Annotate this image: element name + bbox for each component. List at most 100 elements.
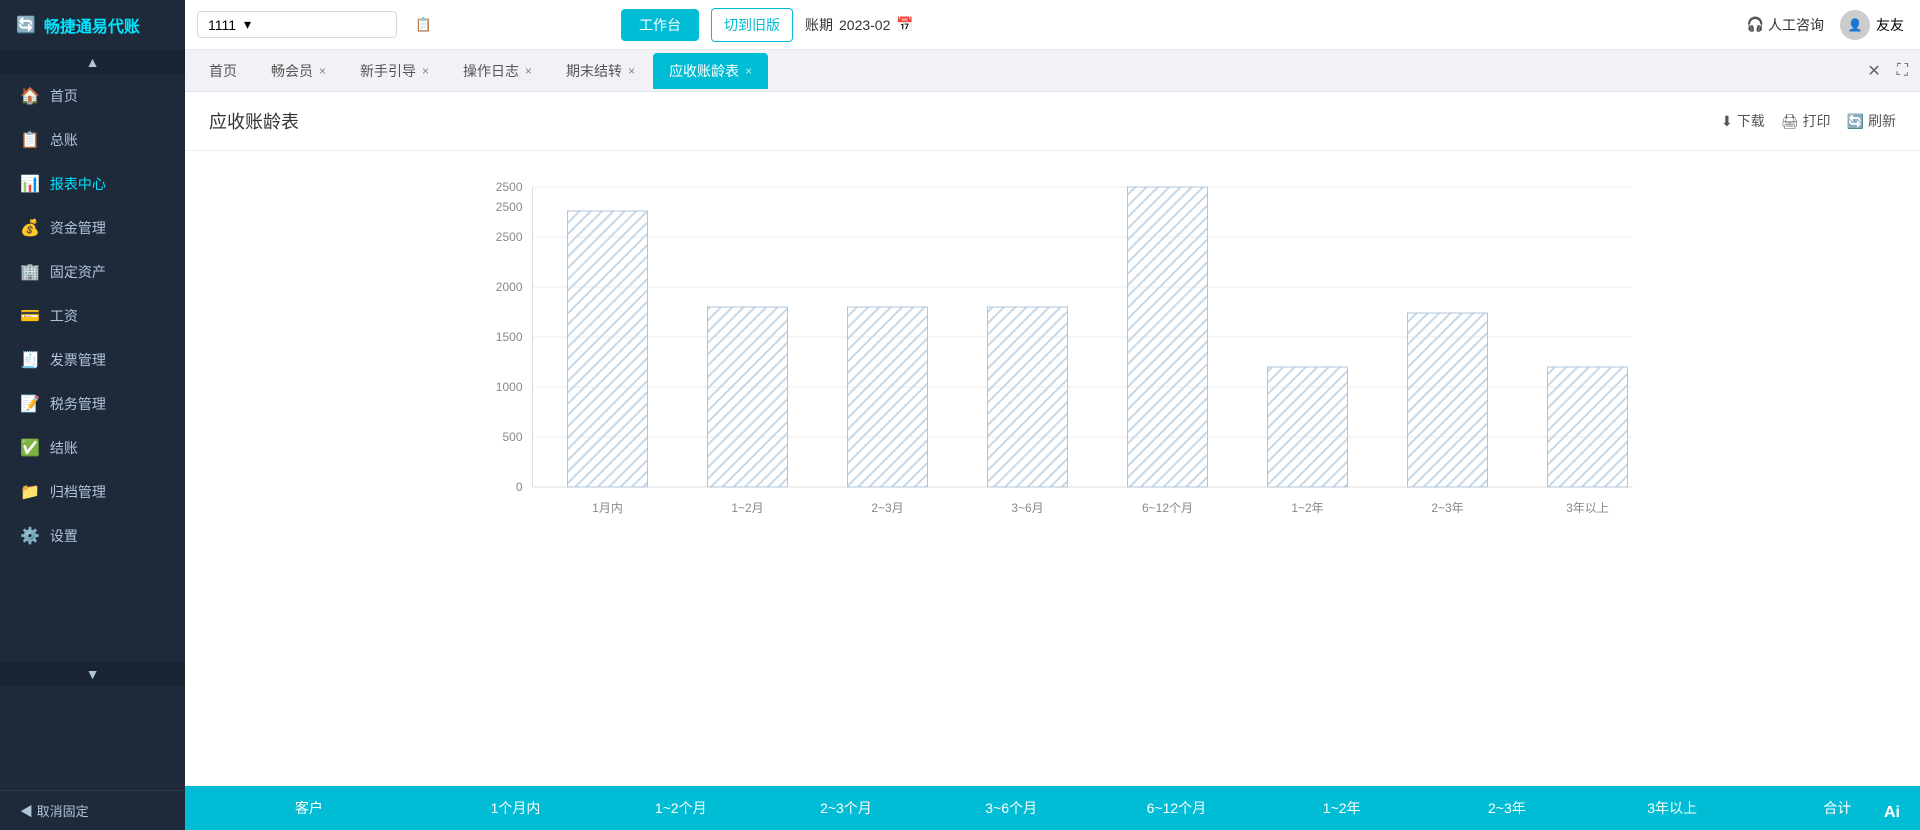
svg-text:1月内: 1月内 (592, 501, 623, 515)
page-actions: ⬇ 下载 🖨 打印 🔄 刷新 (1721, 111, 1896, 131)
svg-text:1~2年: 1~2年 (1291, 501, 1323, 515)
svg-text:0: 0 (516, 480, 523, 494)
archive-icon: 📁 (20, 482, 40, 502)
sidebar-item-home[interactable]: 🏠 首页 (0, 74, 185, 118)
tab-aging-close[interactable]: × (745, 64, 752, 78)
sidebar-item-settle[interactable]: ✅ 结账 (0, 426, 185, 470)
table-col-3y-plus: 3年以上 (1590, 798, 1755, 818)
tab-yearend-label: 期末结转 (566, 61, 622, 81)
header-right: 🎧 人工咨询 👤 友友 (1747, 10, 1904, 40)
period-label: 账期 (805, 15, 833, 35)
period-display: 账期 2023-02 📅 (805, 15, 914, 35)
print-icon: 🖨 (1781, 113, 1799, 130)
tab-oplog[interactable]: 操作日志 × (447, 53, 548, 89)
page-content: 应收账龄表 ⬇ 下载 🖨 打印 🔄 刷新 (185, 92, 1920, 830)
tax-icon: 📝 (20, 394, 40, 414)
sidebar-item-settings[interactable]: ⚙️ 设置 (0, 514, 185, 558)
page-title: 应收账龄表 (209, 108, 299, 134)
sidebar-item-assets[interactable]: 🏢 固定资产 (0, 250, 185, 294)
salary-icon: 💳 (20, 306, 40, 326)
tab-member[interactable]: 畅会员 × (255, 53, 342, 89)
svg-text:1~2月: 1~2月 (731, 501, 763, 515)
sidebar: ▲ 🏠 首页 📋 总账 📊 报表中心 💰 资金管理 🏢 固定资产 💳 工资 🧾 … (0, 50, 185, 830)
home-icon: 🏠 (20, 86, 40, 106)
ledger-icon: 📋 (20, 130, 40, 150)
download-button[interactable]: ⬇ 下载 (1721, 111, 1765, 131)
logo-icon: 🔄 (16, 15, 36, 35)
cancel-fixed-label: ◀ 取消固定 (20, 801, 89, 820)
sidebar-label-reports: 报表中心 (50, 174, 106, 194)
sidebar-scroll-up[interactable]: ▲ (0, 50, 185, 74)
table-col-3-6m: 3~6个月 (929, 798, 1094, 818)
user-name: 友友 (1876, 15, 1904, 35)
svg-text:1500: 1500 (496, 330, 523, 344)
settings-icon: ⚙️ (20, 526, 40, 546)
copy-button[interactable]: 📋 (409, 11, 609, 39)
expand-button[interactable]: ⛶ (1893, 57, 1912, 85)
avatar-icon: 👤 (1848, 18, 1863, 32)
tab-guide[interactable]: 新手引导 × (344, 53, 445, 89)
consult-button[interactable]: 🎧 人工咨询 (1747, 15, 1824, 35)
svg-text:500: 500 (502, 430, 522, 444)
tab-oplog-label: 操作日志 (463, 61, 519, 81)
tab-home[interactable]: 首页 (193, 53, 253, 89)
switch-version-button[interactable]: 切到旧版 (711, 8, 793, 42)
close-all-tabs-button[interactable]: ✕ (1863, 57, 1884, 85)
headset-icon: 🎧 (1747, 16, 1764, 33)
tab-aging-label: 应收账龄表 (669, 61, 739, 81)
tab-yearend[interactable]: 期末结转 × (550, 53, 651, 89)
table-col-1m: 1个月内 (433, 798, 598, 818)
table-col-1-2y: 1~2年 (1259, 798, 1424, 818)
tab-member-close[interactable]: × (319, 64, 326, 78)
app-logo: 🔄 畅捷通易代账 (0, 0, 185, 50)
calendar-icon[interactable]: 📅 (896, 16, 913, 33)
print-button[interactable]: 🖨 打印 (1781, 111, 1831, 131)
avatar: 👤 (1840, 10, 1870, 40)
sidebar-item-salary[interactable]: 💳 工资 (0, 294, 185, 338)
table-col-6-12m: 6~12个月 (1094, 798, 1259, 818)
copy-icon: 📋 (415, 17, 432, 33)
company-selector[interactable]: 1111 ▾ (197, 11, 397, 38)
tab-aging[interactable]: 应收账龄表 × (653, 53, 768, 89)
user-menu[interactable]: 👤 友友 (1840, 10, 1904, 40)
tab-yearend-close[interactable]: × (628, 64, 635, 78)
tab-guide-close[interactable]: × (422, 64, 429, 78)
svg-text:3~6月: 3~6月 (1011, 501, 1043, 515)
refresh-icon: 🔄 (1847, 113, 1864, 130)
tabs-right-actions: ✕ ⛶ (1863, 57, 1912, 85)
sidebar-label-archive: 归档管理 (50, 482, 106, 502)
svg-text:2500: 2500 (496, 180, 523, 194)
table-col-customer: 客户 (185, 798, 433, 818)
sidebar-item-reports[interactable]: 📊 报表中心 (0, 162, 185, 206)
table-col-2-3m: 2~3个月 (763, 798, 928, 818)
tab-oplog-close[interactable]: × (525, 64, 532, 78)
sidebar-item-funds[interactable]: 💰 资金管理 (0, 206, 185, 250)
page-header: 应收账龄表 ⬇ 下载 🖨 打印 🔄 刷新 (185, 92, 1920, 151)
sidebar-item-tax[interactable]: 📝 税务管理 (0, 382, 185, 426)
tab-home-label: 首页 (209, 61, 237, 81)
sidebar-scroll-down[interactable]: ▼ (0, 662, 185, 686)
sidebar-item-archive[interactable]: 📁 归档管理 (0, 470, 185, 514)
svg-text:3年以上: 3年以上 (1566, 501, 1609, 515)
sidebar-item-ledger[interactable]: 📋 总账 (0, 118, 185, 162)
table-col-1-2m: 1~2个月 (598, 798, 763, 818)
svg-text:2500: 2500 (496, 230, 523, 244)
sidebar-label-funds: 资金管理 (50, 218, 106, 238)
refresh-button[interactable]: 🔄 刷新 (1847, 111, 1896, 131)
content-area: 首页 畅会员 × 新手引导 × 操作日志 × 期末结转 × 应收账龄表 × (185, 50, 1920, 830)
download-icon: ⬇ (1721, 113, 1733, 130)
assets-icon: 🏢 (20, 262, 40, 282)
settle-icon: ✅ (20, 438, 40, 458)
invoice-icon: 🧾 (20, 350, 40, 370)
workbench-button[interactable]: 工作台 (621, 9, 699, 41)
ai-badge[interactable]: Ai (1864, 796, 1920, 830)
funds-icon: 💰 (20, 218, 40, 238)
sidebar-item-invoice[interactable]: 🧾 发票管理 (0, 338, 185, 382)
consult-label: 人工咨询 (1768, 15, 1824, 35)
sidebar-label-settings: 设置 (50, 526, 78, 546)
svg-text:6~12个月: 6~12个月 (1142, 501, 1193, 515)
cancel-fixed-button[interactable]: ◀ 取消固定 (0, 790, 185, 830)
sidebar-label-home: 首页 (50, 86, 78, 106)
chart-area: 0 500 1000 1500 2000 2500 2500 2500 1月内 … (185, 151, 1920, 786)
table-col-2-3y: 2~3年 (1424, 798, 1589, 818)
